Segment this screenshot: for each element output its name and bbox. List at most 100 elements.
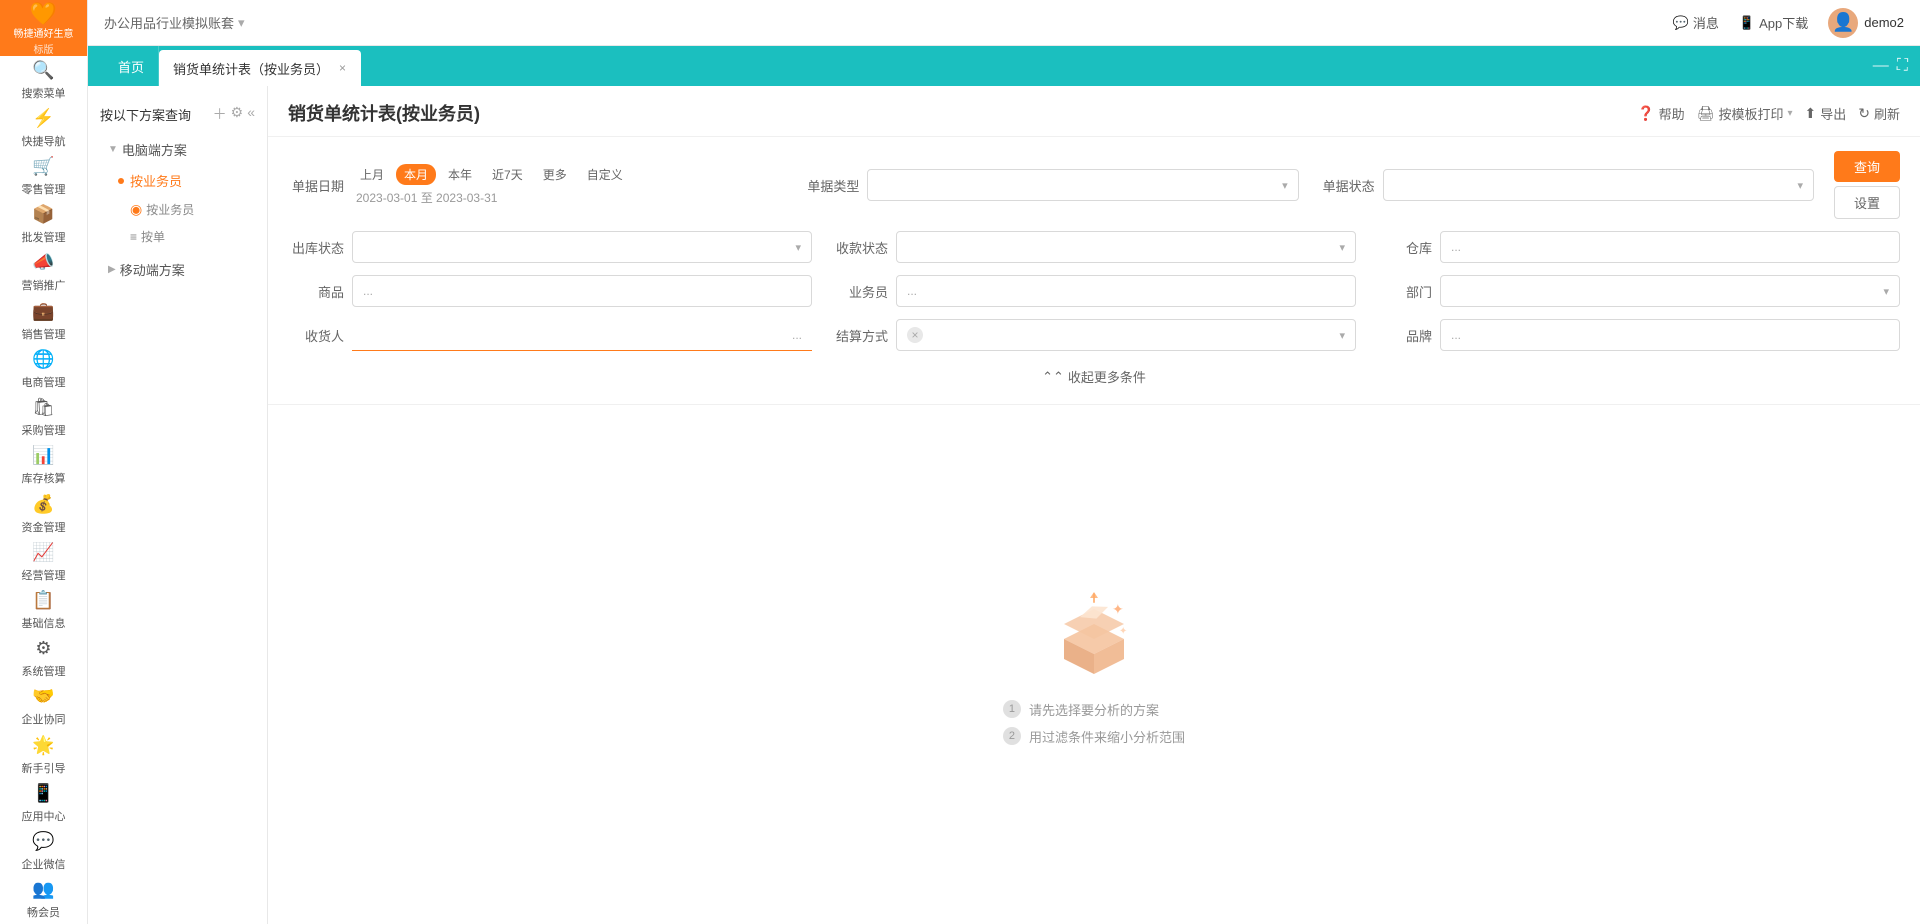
filter-item-by-staff-label: 按业务员 (130, 171, 182, 190)
logo-sub: 标版 (34, 41, 54, 56)
user-area[interactable]: 👤 demo2 (1828, 8, 1904, 38)
quick-nav-icon: ⚡ (32, 108, 54, 129)
sidebar-item-newbie[interactable]: 🌟 新手引导 (0, 731, 88, 779)
dept-select[interactable]: ▾ (1440, 275, 1900, 307)
sidebar-item-system[interactable]: ⚙ 系统管理 (0, 635, 88, 683)
content-area: 按以下方案查询 ＋ ⚙ « ▼ 电脑端方案 按业务员 ◉ 按业务 (88, 86, 1920, 924)
refresh-btn[interactable]: ↻ 刷新 (1858, 104, 1900, 123)
sidebar-item-apps[interactable]: 📱 应用中心 (0, 779, 88, 827)
tab-home[interactable]: 首页 (104, 46, 159, 86)
export-icon: ⬆ (1805, 105, 1817, 122)
mobile-group-label: 移动端方案 (120, 260, 185, 279)
app-name[interactable]: 办公用品行业模拟账套 ▾ (104, 13, 245, 32)
filter-group-pc-title[interactable]: ▼ 电脑端方案 (88, 134, 267, 165)
warehouse-input[interactable]: ... (1440, 231, 1900, 263)
doc-status-field: 单据状态 ▾ (1319, 169, 1814, 201)
sidebar-item-inventory[interactable]: 📊 库存核算 (0, 442, 88, 490)
sidebar-label-basic: 基础信息 (22, 615, 66, 631)
tab-maximize-btn[interactable]: ⛶ (1897, 57, 1908, 75)
search-icon: 🔍 (32, 60, 54, 81)
print-btn[interactable]: 🖨 按模板打印 ▾ (1697, 104, 1793, 123)
export-btn[interactable]: ⬆ 导出 (1805, 104, 1847, 123)
sidebar-item-operation[interactable]: 📈 经营管理 (0, 538, 88, 586)
sidebar-item-search[interactable]: 🔍 搜索菜单 (0, 56, 88, 104)
messages-btn[interactable]: 💬 消息 (1673, 13, 1719, 32)
sidebar-item-basic[interactable]: 📋 基础信息 (0, 586, 88, 634)
doc-type-select[interactable]: ▾ (867, 169, 1298, 201)
sidebar-item-wholesale[interactable]: 📦 批发管理 (0, 201, 88, 249)
empty-tip-1: 1 请先选择要分析的方案 (1003, 700, 1185, 719)
query-button[interactable]: 查询 (1834, 151, 1900, 182)
sidebar-item-corp-wechat[interactable]: 💬 企业微信 (0, 828, 88, 876)
settings-button[interactable]: 设置 (1834, 186, 1900, 219)
page-title: 销货单统计表(按业务员) (288, 100, 480, 126)
tip-num-1: 1 (1003, 700, 1021, 718)
sidebar-item-enterprise[interactable]: 🤝 企业协同 (0, 683, 88, 731)
app-download-btn[interactable]: 📱 App下载 (1739, 13, 1808, 32)
date-btn-last-7[interactable]: 近7天 (484, 164, 531, 185)
corp-wechat-icon: 💬 (32, 831, 54, 852)
form-btn-group: 查询 设置 (1834, 151, 1900, 219)
tab-sales-stat[interactable]: 销货单统计表（按业务员） × (159, 50, 361, 86)
collapse-btn[interactable]: ⌃⌃ 收起更多条件 (1042, 367, 1146, 386)
date-btn-this-month[interactable]: 本月 (396, 164, 436, 185)
date-btn-this-year[interactable]: 本年 (440, 164, 480, 185)
receipt-status-select[interactable]: ▾ (896, 231, 1356, 263)
settle-label: 结算方式 (832, 326, 888, 345)
sidebar-item-marketing[interactable]: 📣 营销推广 (0, 249, 88, 297)
system-icon: ⚙ (35, 638, 51, 659)
staff-field: 业务员 ... (832, 275, 1356, 307)
date-btn-more[interactable]: 更多 (535, 164, 575, 185)
sub-item-by-order-label: 按单 (141, 228, 165, 245)
sub-item-by-order[interactable]: ≡ 按单 (88, 223, 267, 250)
svg-text:✦: ✦ (1119, 626, 1127, 637)
retail-icon: 🛒 (32, 156, 54, 177)
sidebar-label-member: 畅会员 (27, 904, 60, 920)
date-btn-custom[interactable]: 自定义 (579, 164, 631, 185)
help-icon: ❓ (1637, 105, 1654, 122)
brand-input[interactable]: ... (1440, 319, 1900, 351)
doc-status-select[interactable]: ▾ (1383, 169, 1814, 201)
sidebar-item-finance[interactable]: 💰 资金管理 (0, 490, 88, 538)
sidebar-label-retail: 零售管理 (22, 181, 66, 197)
collapse-panel-icon[interactable]: « (247, 104, 255, 124)
sidebar-item-purchase[interactable]: 🛍 采购管理 (0, 394, 88, 442)
filter-group-mobile[interactable]: ▶ 移动端方案 (88, 254, 267, 285)
sidebar-item-retail[interactable]: 🛒 零售管理 (0, 152, 88, 200)
sidebar-item-sales[interactable]: 💼 销售管理 (0, 297, 88, 345)
filter-item-by-staff[interactable]: 按业务员 (88, 165, 267, 196)
goods-dots: ... (363, 284, 373, 298)
receipt-status-field: 收款状态 ▾ (832, 231, 1356, 263)
settings-scheme-icon[interactable]: ⚙ (231, 104, 244, 124)
goods-input[interactable]: ... (352, 275, 812, 307)
message-icon: 💬 (1673, 15, 1689, 31)
tip-num-2: 2 (1003, 727, 1021, 745)
sub-item-by-staff-sub[interactable]: ◉ 按业务员 (88, 196, 267, 223)
tab-close-sales-stat[interactable]: × (339, 61, 346, 75)
help-btn[interactable]: ❓ 帮助 (1637, 104, 1684, 123)
date-btn-last-month[interactable]: 上月 (352, 164, 392, 185)
settle-select[interactable]: × ▾ (896, 319, 1356, 351)
receiver-field: 收货人 ... (288, 319, 812, 351)
out-status-select[interactable]: ▾ (352, 231, 812, 263)
operation-icon: 📈 (32, 542, 54, 563)
pc-group-label: 电脑端方案 (122, 140, 187, 159)
add-scheme-icon[interactable]: ＋ (213, 104, 227, 124)
collapse-label: 收起更多条件 (1068, 367, 1146, 386)
tab-minimize-btn[interactable]: — (1873, 57, 1889, 75)
tab-sales-stat-label: 销货单统计表（按业务员） (173, 59, 329, 78)
empty-illustration: ✦ ✦ (1044, 584, 1144, 684)
receiver-input[interactable]: ... (352, 319, 812, 351)
sidebar-item-ecom[interactable]: 🌐 电商管理 (0, 345, 88, 393)
empty-svg: ✦ ✦ (1044, 584, 1144, 684)
refresh-icon: ↻ (1858, 105, 1870, 122)
staff-input[interactable]: ... (896, 275, 1356, 307)
settle-clear-btn[interactable]: × (907, 327, 923, 343)
refresh-label: 刷新 (1874, 104, 1900, 123)
sidebar-label-system: 系统管理 (22, 663, 66, 679)
warehouse-dots: ... (1451, 240, 1461, 254)
sidebar: 🧡 畅捷通好生意 标版 🔍 搜索菜单 ⚡ 快捷导航 🛒 零售管理 📦 批发管理 … (0, 0, 88, 924)
sidebar-item-member[interactable]: 👥 畅会员 (0, 876, 88, 924)
collapse-bar: ⌃⌃ 收起更多条件 (288, 363, 1900, 390)
sidebar-item-quick-nav[interactable]: ⚡ 快捷导航 (0, 104, 88, 152)
